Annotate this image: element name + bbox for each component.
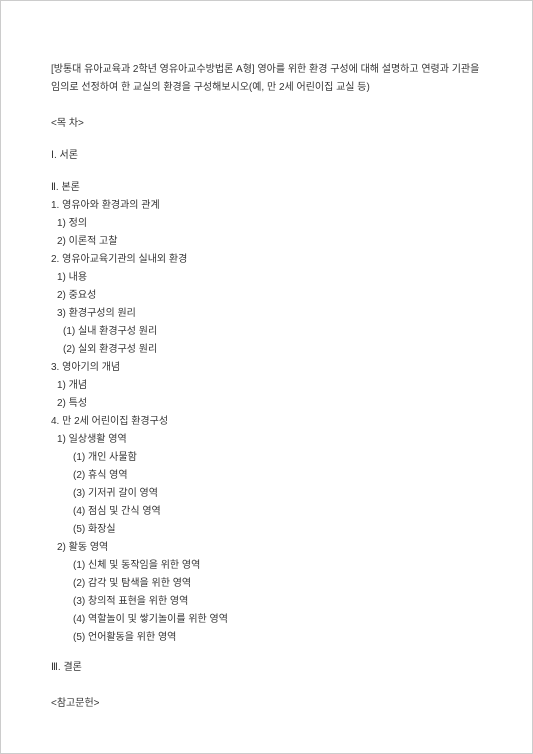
toc-item: (5) 화장실 xyxy=(51,521,482,539)
toc-item: 2) 특성 xyxy=(51,395,482,413)
toc-item: 3) 환경구성의 원리 xyxy=(51,305,482,323)
toc-item: 1. 영유아와 환경과의 관계 xyxy=(51,197,482,215)
section-3-conclusion: Ⅲ. 결론 xyxy=(51,659,482,677)
toc-item: 1) 내용 xyxy=(51,269,482,287)
toc-item: 2) 이론적 고찰 xyxy=(51,233,482,251)
toc-item: (2) 실외 환경구성 원리 xyxy=(51,341,482,359)
toc-item: (2) 감각 및 탐색을 위한 영역 xyxy=(51,575,482,593)
toc-item: (4) 역할놀이 및 쌓기놀이를 위한 영역 xyxy=(51,611,482,629)
toc-item: (1) 실내 환경구성 원리 xyxy=(51,323,482,341)
toc-header: <목 차> xyxy=(51,115,482,133)
toc-item: (2) 휴식 영역 xyxy=(51,467,482,485)
toc-item: 1) 개념 xyxy=(51,377,482,395)
toc-item: 4. 만 2세 어린이집 환경구성 xyxy=(51,413,482,431)
section-2-body: Ⅱ. 본론 xyxy=(51,179,482,197)
section-1-intro: Ⅰ. 서론 xyxy=(51,147,482,165)
toc-item: 2. 영유아교육기관의 실내외 환경 xyxy=(51,251,482,269)
toc-item: 3. 영아기의 개념 xyxy=(51,359,482,377)
toc-item: 1) 일상생활 영역 xyxy=(51,431,482,449)
toc-item: (3) 창의적 표현을 위한 영역 xyxy=(51,593,482,611)
toc-item: 2) 중요성 xyxy=(51,287,482,305)
toc-item: 1) 정의 xyxy=(51,215,482,233)
references-header: <참고문헌> xyxy=(51,695,482,713)
toc-item: (1) 신체 및 동작임을 위한 영역 xyxy=(51,557,482,575)
document-title: [방통대 유아교육과 2학년 영유아교수방법론 A형] 영아를 위한 환경 구성… xyxy=(51,61,482,97)
toc-item: (4) 점심 및 간식 영역 xyxy=(51,503,482,521)
toc-item: 2) 활동 영역 xyxy=(51,539,482,557)
toc-item: (1) 개인 사물함 xyxy=(51,449,482,467)
toc-item: (5) 언어활동을 위한 영역 xyxy=(51,629,482,647)
toc-item: (3) 기저귀 갈이 영역 xyxy=(51,485,482,503)
